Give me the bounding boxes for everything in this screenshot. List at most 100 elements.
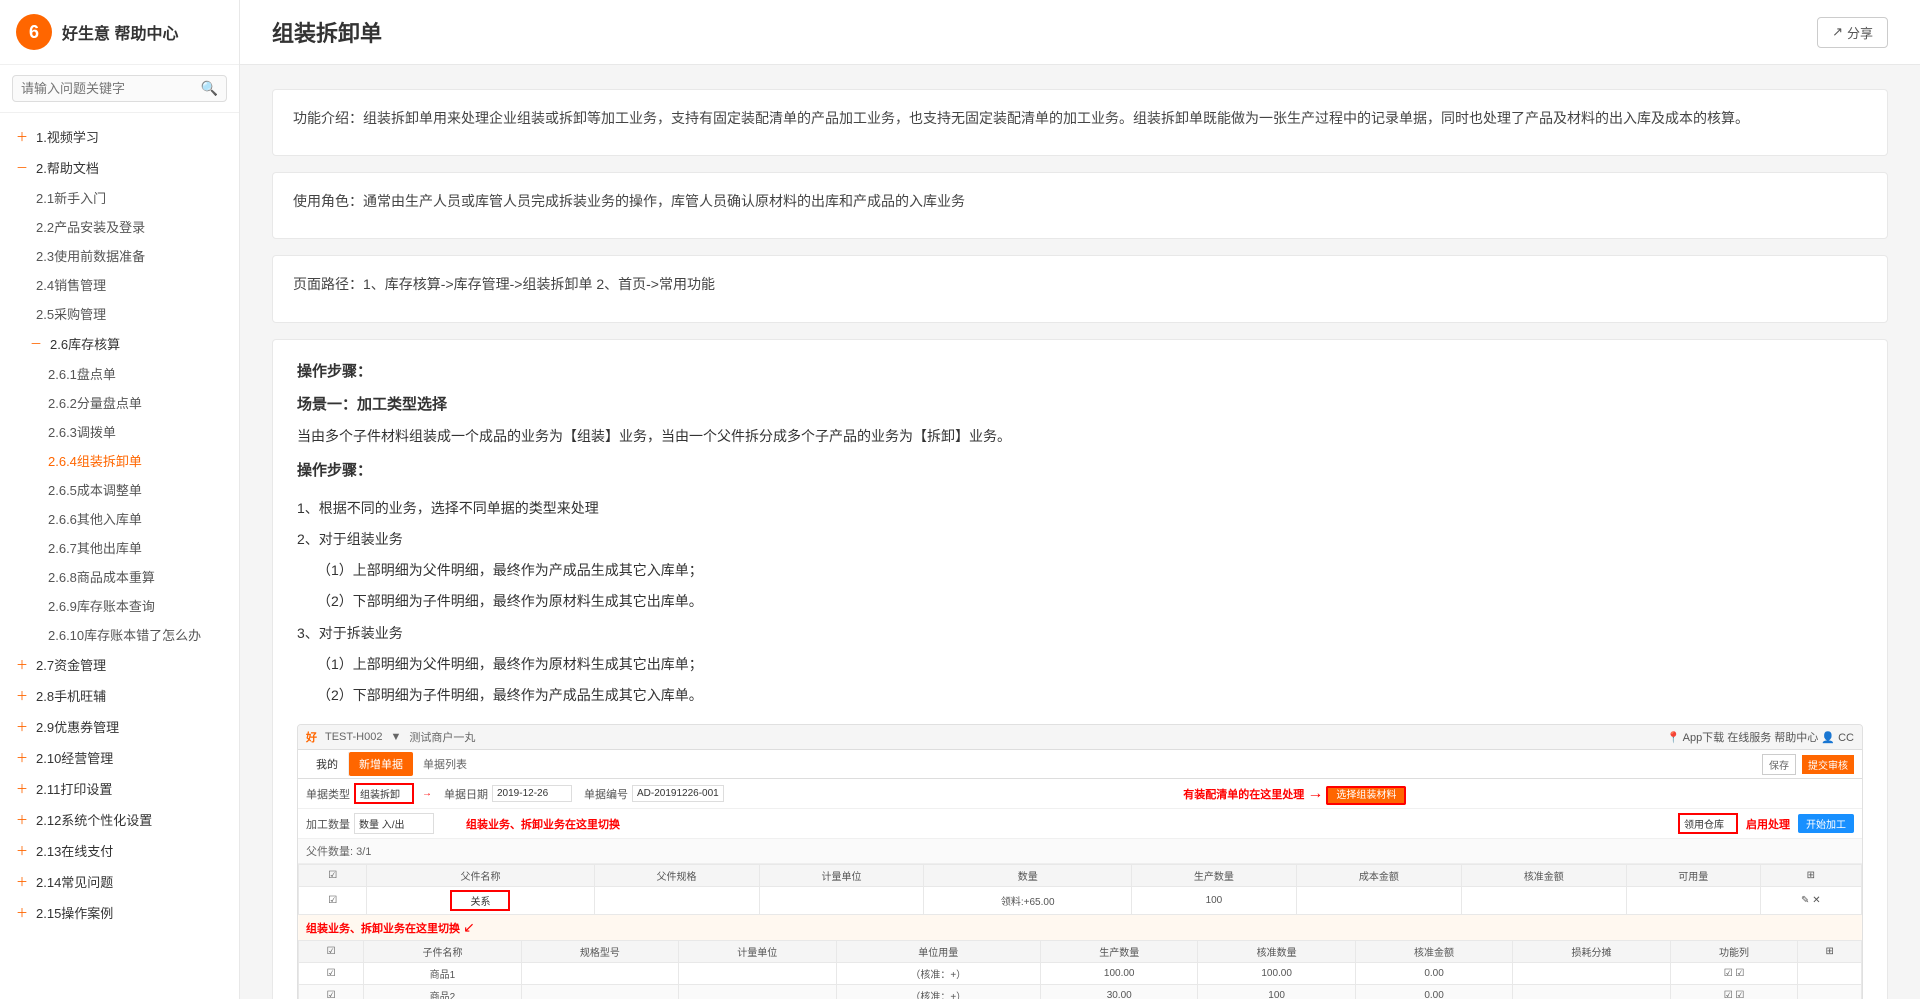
plus-icon: ＋: [16, 656, 30, 673]
sc-table-upper-label: 父件数量: 3/1: [298, 839, 1862, 864]
sc-lower-table: ☑ 子件名称 规格型号 计量单位 单位用量 生产数量 核准数量 核准金额 损耗分…: [298, 940, 1862, 999]
sc-save-btn[interactable]: 保存: [1762, 754, 1796, 775]
sc-lth-unit-qty: 单位用量: [836, 941, 1040, 963]
sc-submit-btn[interactable]: 提交审核: [1802, 755, 1854, 774]
search-input[interactable]: [21, 81, 201, 96]
sidebar-item-s2-4[interactable]: 2.4销售管理: [0, 270, 239, 299]
plus-icon: ＋: [16, 749, 30, 766]
sidebar-item-s2-14[interactable]: ＋ 2.14常见问题: [0, 866, 239, 897]
minus-icon: －: [16, 159, 30, 176]
sidebar-item-s2-6-10[interactable]: 2.6.10库存账本错了怎么办: [0, 620, 239, 649]
sc-date-label: 单据日期: [444, 786, 488, 802]
step2: 2、对于组装业务: [297, 527, 1863, 552]
search-area: 🔍: [0, 65, 239, 113]
sc-type-row: 组装业务、拆卸业务在这里切换: [446, 816, 1666, 832]
sc-field-label: 单据类型: [306, 786, 350, 802]
sidebar-item-s2-6-7[interactable]: 2.6.7其他出库单: [0, 533, 239, 562]
sidebar-item-s2-10[interactable]: ＋ 2.10经营管理: [0, 742, 239, 773]
arrow-down2: ↙: [463, 919, 475, 935]
sidebar-item-s2-7[interactable]: ＋ 2.7资金管理: [0, 649, 239, 680]
sc-td-unit: [759, 887, 924, 915]
sidebar-item-label: 2.帮助文档: [36, 158, 99, 177]
intro-text-3: 页面路径：1、库存核算->库存管理->组装拆卸单 2、首页->常用功能: [293, 272, 1867, 297]
sc-parent-input[interactable]: 关系: [450, 890, 510, 911]
sc-td-check: ☑: [299, 887, 367, 915]
brand-name: 好生意 帮助中心: [62, 20, 178, 44]
sidebar-item-s2-6-5[interactable]: 2.6.5成本调整单: [0, 475, 239, 504]
sidebar-item-s2-13[interactable]: ＋ 2.13在线支付: [0, 835, 239, 866]
sidebar-item-label: 2.8手机旺辅: [36, 686, 106, 705]
sc-td-spec: [594, 887, 759, 915]
sc-th-parent-spec: 父件规格: [594, 865, 759, 887]
sc-th-prod-qty: 生产数量: [1131, 865, 1296, 887]
sidebar-item-s2[interactable]: － 2.帮助文档: [0, 152, 239, 183]
sc-icons-area: 📍 App下载 在线服务 帮助中心 👤 CC: [1666, 729, 1854, 745]
sc-process-btn[interactable]: 开始加工: [1798, 814, 1854, 833]
sidebar-item-s2-1[interactable]: 2.1新手入门: [0, 183, 239, 212]
sidebar-item-s2-6-9[interactable]: 2.6.9库存账本查询: [0, 591, 239, 620]
sc-type-input[interactable]: 组装拆卸: [354, 783, 414, 804]
plus-icon: ＋: [16, 718, 30, 735]
sidebar-item-label: 2.9优惠券管理: [36, 717, 119, 736]
sc-tab-list2[interactable]: 单据列表: [413, 752, 477, 776]
sc-field-type: 单据类型 组装拆卸 →: [306, 783, 432, 804]
sc-lower-row2: ☑ 商品2 （核准：+） 30.00 100 0.00 ☑ ☑: [299, 985, 1862, 999]
sc-store-name: 测试商户一丸: [409, 729, 475, 745]
step3-2: （2）下部明细为子件明细，最终作为产成品生成其它入库单。: [317, 683, 1863, 708]
sc-annotation3-text: 组装业务、拆卸业务在这里切换: [306, 923, 460, 935]
sc-tab-list[interactable]: 我的: [306, 752, 349, 776]
sc-bom-btn[interactable]: 选择组装材料: [1326, 786, 1406, 805]
sidebar: 6 好生意 帮助中心 🔍 ＋ 1.视频学习 － 2.帮助文档 2.1新手入门 2…: [0, 0, 240, 999]
sc-annotation3: 组装业务、拆卸业务在这里切换: [466, 816, 620, 832]
sidebar-item-label: 2.15操作案例: [36, 903, 113, 922]
ops-title: 操作步骤：: [297, 360, 1863, 381]
sc-th-parent-name: 父件名称: [367, 865, 594, 887]
sidebar-item-s2-12[interactable]: ＋ 2.12系统个性化设置: [0, 804, 239, 835]
sc-annotation1-area: 有装配清单的在这里处理 → 选择组装材料: [736, 785, 1854, 803]
nav-tree: ＋ 1.视频学习 － 2.帮助文档 2.1新手入门 2.2产品安装及登录 2.3…: [0, 113, 239, 999]
sidebar-item-s2-6-1[interactable]: 2.6.1盘点单: [0, 359, 239, 388]
sc-date-val[interactable]: 2019-12-26: [492, 785, 572, 802]
sc-lth-check: ☑: [299, 941, 364, 963]
sidebar-item-s1[interactable]: ＋ 1.视频学习: [0, 121, 239, 152]
sc-logo: 好: [306, 729, 317, 745]
sidebar-item-s2-3[interactable]: 2.3使用前数据准备: [0, 241, 239, 270]
search-icon[interactable]: 🔍: [201, 80, 218, 97]
sidebar-item-label: 2.11打印设置: [36, 779, 112, 798]
sidebar-item-s2-6-4[interactable]: 2.6.4组装拆卸单: [0, 446, 239, 475]
sidebar-item-s2-11[interactable]: ＋ 2.11打印设置: [0, 773, 239, 804]
search-box[interactable]: 🔍: [12, 75, 227, 102]
sidebar-item-s2-2[interactable]: 2.2产品安装及登录: [0, 212, 239, 241]
plus-icon: ＋: [16, 780, 30, 797]
sc-lth-approved-amt: 核准金额: [1355, 941, 1512, 963]
sc-form-row2: 加工数量 数量 入/出 组装业务、拆卸业务在这里切换 领用仓库 启用处理 开始加…: [298, 809, 1862, 839]
sidebar-item-s2-6-6[interactable]: 2.6.6其他入库单: [0, 504, 239, 533]
sc-process-area: 领用仓库 启用处理 开始加工: [1678, 813, 1854, 834]
sc-field-date: 单据日期 2019-12-26: [444, 785, 572, 802]
plus-icon: ＋: [16, 811, 30, 828]
sc-code-val[interactable]: AD-20191226-001: [632, 785, 724, 802]
intro-box-2: 使用角色：通常由生产人员或库管人员完成拆装业务的操作，库管人员确认原材料的出库和…: [272, 172, 1888, 239]
sc-tab-new[interactable]: 新增单据: [349, 752, 413, 776]
sc-th-approved-amt: 核准金额: [1461, 865, 1626, 887]
sc-lower-row1: ☑ 商品1 （核准：+） 100.00 100.00 0.00 ☑ ☑: [299, 963, 1862, 985]
intro-text-2: 使用角色：通常由生产人员或库管人员完成拆装业务的操作，库管人员确认原材料的出库和…: [293, 189, 1867, 214]
sidebar-item-s2-6-8[interactable]: 2.6.8商品成本重算: [0, 562, 239, 591]
sidebar-item-s2-5[interactable]: 2.5采购管理: [0, 299, 239, 328]
sc-process-input[interactable]: 领用仓库: [1678, 813, 1738, 834]
sc-qty-val[interactable]: 数量 入/出: [354, 813, 434, 834]
sc-lth-prod-qty: 生产数量: [1041, 941, 1198, 963]
sidebar-item-s2-15[interactable]: ＋ 2.15操作案例: [0, 897, 239, 928]
sc-td-amt: [1461, 887, 1626, 915]
sc-field-code: 单据编号 AD-20191226-001: [584, 785, 724, 802]
share-button[interactable]: ↗ 分享: [1817, 17, 1888, 48]
content-area: 功能介绍：组装拆卸单用来处理企业组装或拆卸等加工业务，支持有固定装配清单的产品加…: [240, 65, 1920, 999]
sidebar-item-s2-6-3[interactable]: 2.6.3调拨单: [0, 417, 239, 446]
intro-box-1: 功能介绍：组装拆卸单用来处理企业组装或拆卸等加工业务，支持有固定装配清单的产品加…: [272, 89, 1888, 156]
step3-1: （1）上部明细为父件明细，最终作为原材料生成其它出库单；: [317, 652, 1863, 677]
sidebar-item-s2-8[interactable]: ＋ 2.8手机旺辅: [0, 680, 239, 711]
sidebar-item-s2-6-2[interactable]: 2.6.2分量盘点单: [0, 388, 239, 417]
sc-qty-label: 加工数量: [306, 816, 350, 832]
sidebar-item-s2-9[interactable]: ＋ 2.9优惠券管理: [0, 711, 239, 742]
sidebar-item-s2-6[interactable]: － 2.6库存核算: [0, 328, 239, 359]
